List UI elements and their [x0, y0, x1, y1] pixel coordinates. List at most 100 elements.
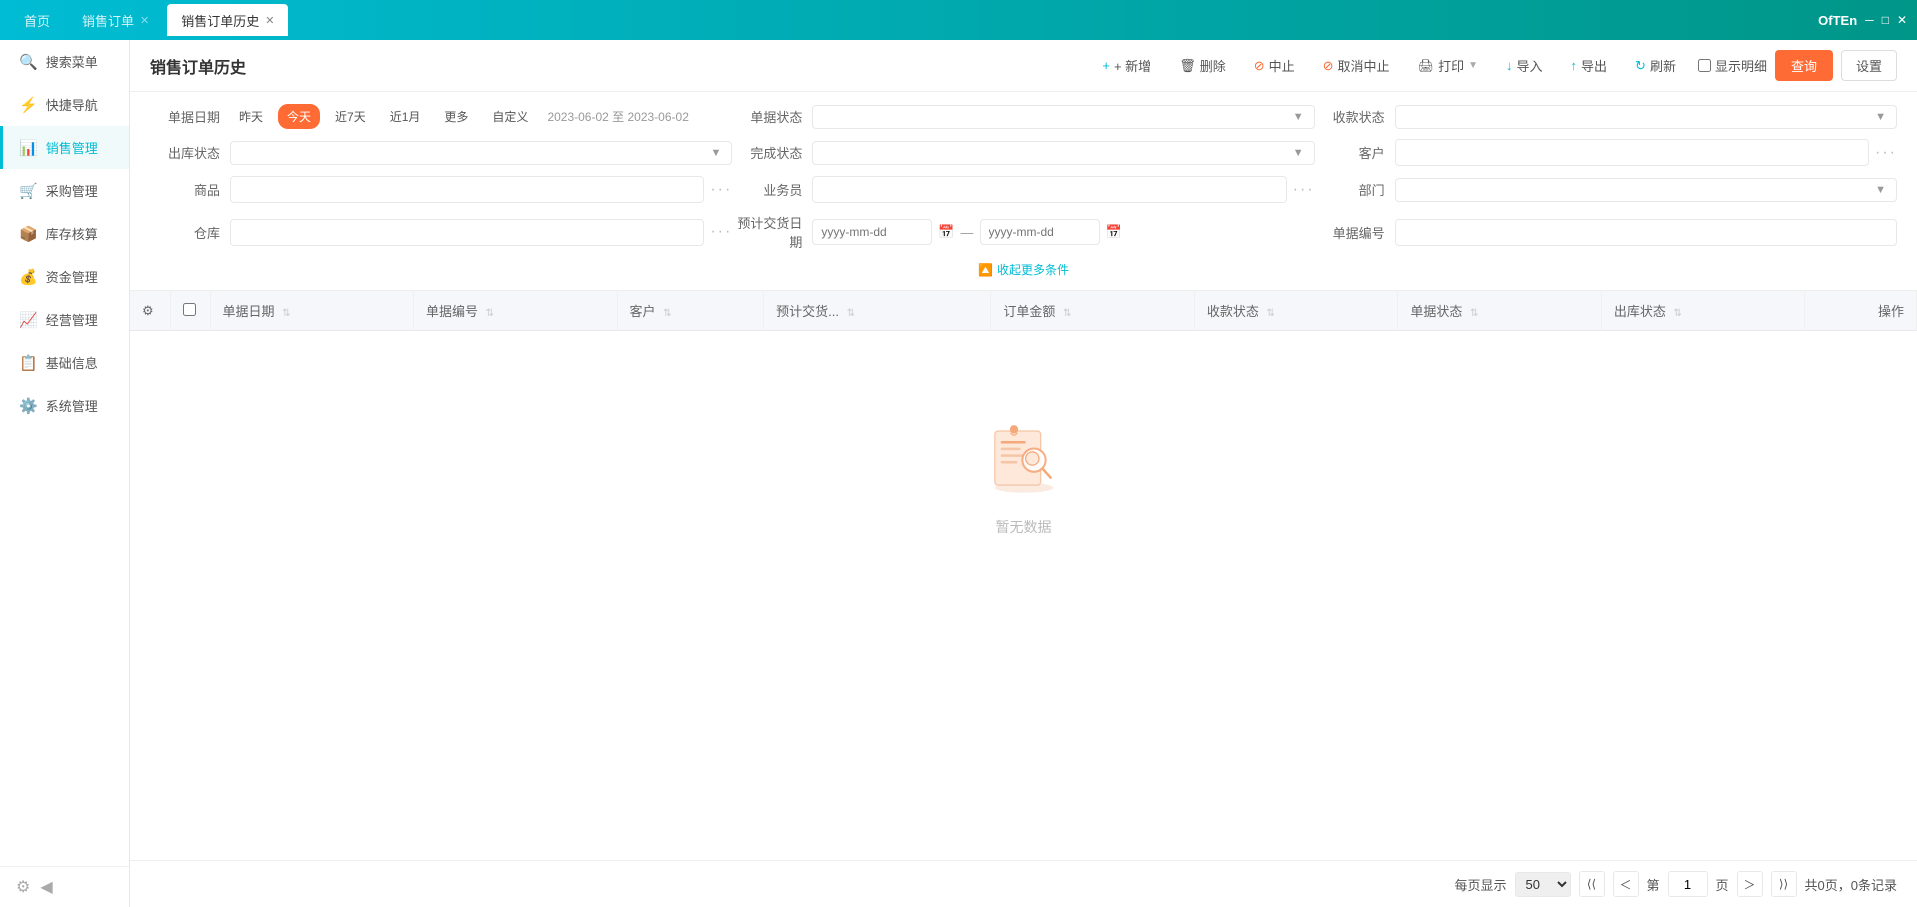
warehouse-label: 仓库	[150, 223, 230, 242]
expected-date-end[interactable]	[980, 219, 1100, 245]
date-btn-more[interactable]: 更多	[435, 104, 477, 129]
tab-sales-order-history-close[interactable]: ✕	[265, 14, 274, 27]
content-area: 销售订单历史 + + 新增 🗑 删除 ⊘ 中止 ⊘ 取消中止	[130, 40, 1917, 907]
settings-label: 设置	[1856, 59, 1882, 74]
export-icon: ↑	[1571, 58, 1578, 73]
sort-out-status-icon[interactable]: ⇅	[1673, 308, 1681, 319]
receipt-status-select[interactable]: ▼	[1395, 105, 1897, 129]
current-page-input[interactable]	[1668, 871, 1708, 897]
new-label: + 新增	[1114, 56, 1151, 75]
window-minimize-icon[interactable]: ─	[1865, 13, 1874, 27]
settings-button[interactable]: 设置	[1841, 50, 1897, 81]
quick-nav-icon: ⚡	[19, 96, 38, 114]
warehouse-input[interactable]	[230, 219, 704, 246]
export-button[interactable]: ↑ 导出	[1561, 51, 1618, 80]
sort-expected-icon[interactable]: ⇅	[847, 308, 855, 319]
basic-info-icon: 📋	[19, 354, 38, 372]
sort-receipt-icon[interactable]: ⇅	[1266, 308, 1274, 319]
finance-icon: 💰	[19, 268, 38, 286]
doc-status-select[interactable]: ▼	[812, 105, 1314, 129]
tab-sales-order-history-label: 销售订单历史	[181, 11, 259, 30]
page-size-select[interactable]: 50 10 20 100	[1515, 872, 1571, 897]
sidebar-collapse-icon[interactable]: ◀	[40, 877, 52, 897]
print-button[interactable]: 🖨 打印 ▼	[1408, 51, 1488, 80]
import-icon: ↓	[1506, 58, 1513, 73]
sidebar-item-purchase-mgmt[interactable]: 🛒 采购管理	[0, 169, 129, 212]
dept-select[interactable]: ▼	[1395, 178, 1897, 202]
delete-label: 删除	[1200, 56, 1226, 75]
show-detail-checkbox[interactable]: 显示明细	[1698, 56, 1767, 75]
customer-input[interactable]	[1395, 139, 1869, 166]
sidebar-item-sys-mgmt[interactable]: ⚙️ 系统管理	[0, 384, 129, 427]
collapse-link[interactable]: 🔼 收起更多条件	[150, 261, 1897, 278]
sort-doc-date-icon[interactable]: ⇅	[282, 308, 290, 319]
th-operation: 操作	[1805, 291, 1917, 331]
dept-label: 部门	[1315, 180, 1395, 199]
sidebar-item-search-menu[interactable]: 🔍 搜索菜单	[0, 40, 129, 83]
delete-button[interactable]: 🗑 删除	[1169, 51, 1236, 80]
sidebar-item-quick-nav[interactable]: ⚡ 快捷导航	[0, 83, 129, 126]
import-button[interactable]: ↓ 导入	[1496, 51, 1553, 80]
tab-sales-order-label: 销售订单	[82, 11, 134, 30]
sort-doc-status-icon[interactable]: ⇅	[1470, 308, 1478, 319]
th-doc-date: 单据日期 ⇅	[210, 291, 414, 331]
date-btn-yesterday[interactable]: 昨天	[230, 104, 272, 129]
calendar-end-icon[interactable]: 📅	[1106, 224, 1122, 240]
new-button[interactable]: + + 新增	[1092, 51, 1161, 80]
sidebar-item-finance[interactable]: 💰 资金管理	[0, 255, 129, 298]
top-bar-right: OfTEn ─ □ ✕	[1818, 13, 1907, 28]
cancel-stop-button[interactable]: ⊘ 取消中止	[1313, 51, 1400, 80]
last-page-button[interactable]: ⟩⟩	[1771, 871, 1797, 897]
show-detail-input[interactable]	[1698, 59, 1711, 72]
out-status-select[interactable]: ▼	[230, 141, 732, 165]
sidebar-item-basic-info[interactable]: 📋 基础信息	[0, 341, 129, 384]
complete-status-arrow-icon: ▼	[1293, 147, 1304, 159]
sidebar-settings-icon[interactable]: ⚙	[16, 877, 30, 897]
date-btn-1month[interactable]: 近1月	[381, 104, 430, 129]
window-maximize-icon[interactable]: □	[1882, 13, 1889, 27]
salesperson-input[interactable]	[812, 176, 1286, 203]
window-close-icon[interactable]: ✕	[1897, 13, 1907, 27]
tab-sales-order[interactable]: 销售订单 ✕	[68, 4, 163, 36]
sort-customer-icon[interactable]: ⇅	[663, 308, 671, 319]
customer-dots[interactable]: ···	[1875, 144, 1897, 162]
salesperson-dots[interactable]: ···	[1293, 181, 1315, 199]
date-btn-today[interactable]: 今天	[278, 104, 320, 129]
sidebar-item-inventory[interactable]: 📦 库存核算	[0, 212, 129, 255]
empty-state: 暂无数据	[130, 331, 1917, 617]
product-dots[interactable]: ···	[710, 181, 732, 199]
doc-status-label: 单据状态	[732, 107, 812, 126]
table-head: ⚙ 单据日期 ⇅ 单据编号 ⇅	[130, 291, 1917, 331]
refresh-button[interactable]: ↻ 刷新	[1625, 51, 1686, 80]
tab-sales-order-history[interactable]: 销售订单历史 ✕	[167, 4, 288, 36]
tab-sales-order-close[interactable]: ✕	[140, 14, 149, 27]
column-settings-icon[interactable]: ⚙	[142, 303, 154, 318]
date-btn-7days[interactable]: 近7天	[326, 104, 375, 129]
query-button[interactable]: 查询	[1775, 50, 1833, 81]
doc-no-input[interactable]	[1395, 219, 1897, 246]
expected-date-group: 📅 — 📅	[812, 219, 1121, 245]
tab-home-label: 首页	[24, 11, 50, 30]
next-page-button[interactable]: ＞	[1737, 871, 1763, 897]
sidebar-item-operation-label: 经营管理	[46, 310, 98, 329]
select-all-checkbox[interactable]	[183, 303, 196, 316]
stop-button[interactable]: ⊘ 中止	[1244, 51, 1305, 80]
th-doc-no: 单据编号 ⇅	[414, 291, 618, 331]
sidebar-item-sales-mgmt[interactable]: 📊 销售管理	[0, 126, 129, 169]
expected-date-start[interactable]	[812, 219, 932, 245]
sort-amount-icon[interactable]: ⇅	[1063, 308, 1071, 319]
page-label: 页	[1716, 875, 1729, 894]
product-label: 商品	[150, 180, 230, 199]
calendar-start-icon[interactable]: 📅	[938, 224, 954, 240]
date-btn-custom[interactable]: 自定义	[483, 104, 537, 129]
sidebar-item-operation[interactable]: 📈 经营管理	[0, 298, 129, 341]
prev-page-button[interactable]: ＜	[1613, 871, 1639, 897]
expected-date-control: 📅 — 📅	[812, 219, 1314, 245]
tab-home[interactable]: 首页	[10, 4, 64, 36]
sort-doc-no-icon[interactable]: ⇅	[486, 308, 494, 319]
warehouse-dots[interactable]: ···	[710, 223, 732, 241]
cancel-stop-icon: ⊘	[1323, 58, 1334, 74]
product-input[interactable]	[230, 176, 704, 203]
complete-status-select[interactable]: ▼	[812, 141, 1314, 165]
first-page-button[interactable]: ⟨⟨	[1579, 871, 1605, 897]
